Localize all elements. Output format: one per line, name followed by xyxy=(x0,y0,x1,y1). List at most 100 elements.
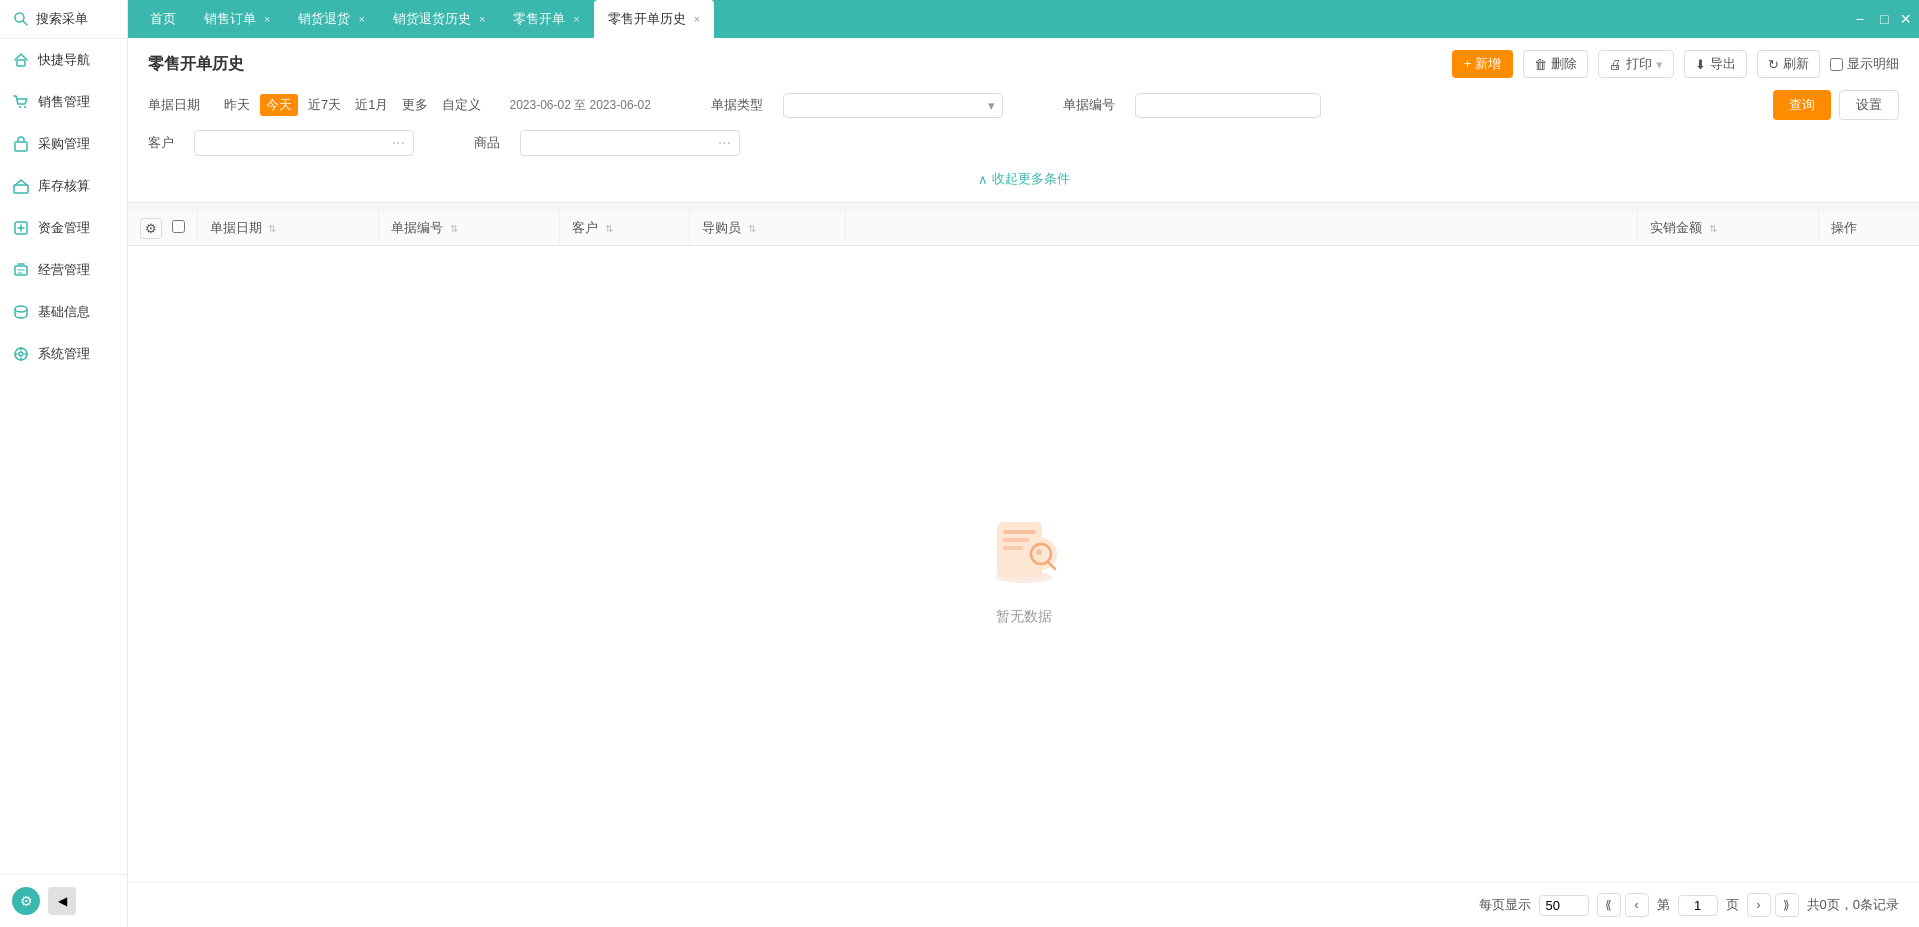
sidebar-item-base-info[interactable]: 基础信息 xyxy=(0,291,127,333)
sidebar-item-sys-mgmt[interactable]: 系统管理 xyxy=(0,333,127,375)
settings-gear-button[interactable]: ⚙ xyxy=(12,887,40,915)
page-title: 零售开单历史 xyxy=(148,54,244,75)
setting-button[interactable]: 设置 xyxy=(1839,90,1899,120)
svg-rect-5 xyxy=(15,142,27,151)
sidebar-search[interactable]: 搜索采单 xyxy=(0,0,127,39)
table-header-salesperson[interactable]: 导购员 ⇅ xyxy=(690,211,846,246)
maximize-button[interactable]: □ xyxy=(1880,11,1888,27)
date-opt-7days[interactable]: 近7天 xyxy=(304,94,345,116)
sidebar-item-label: 资金管理 xyxy=(38,219,90,237)
tab-sales-return-history[interactable]: 销货退货历史 × xyxy=(379,0,499,38)
sidebar-item-finance[interactable]: 资金管理 xyxy=(0,207,127,249)
number-filter-label: 单据编号 xyxy=(1063,96,1115,114)
search-icon xyxy=(12,10,30,28)
sidebar-item-label: 基础信息 xyxy=(38,303,90,321)
table-header-number[interactable]: 单据编号 ⇅ xyxy=(379,211,560,246)
date-opt-more[interactable]: 更多 xyxy=(398,94,432,116)
pagination: 每页显示 50 10 20 100 ⟪ ‹ 第 页 › ⟫ 共0页，0条记录 xyxy=(128,882,1919,927)
warehouse-icon xyxy=(12,177,30,195)
tab-label: 销售订单 xyxy=(204,10,256,28)
page-size-select[interactable]: 50 10 20 100 xyxy=(1539,895,1589,916)
date-opt-custom[interactable]: 自定义 xyxy=(438,94,485,116)
table-header-amount[interactable]: 实销金额 ⇅ xyxy=(1638,211,1819,246)
export-icon: ⬇ xyxy=(1695,57,1706,72)
last-page-button[interactable]: ⟫ xyxy=(1775,893,1799,917)
collapse-button[interactable]: ∧ 收起更多条件 xyxy=(978,166,1070,192)
table-header-customer[interactable]: 客户 ⇅ xyxy=(560,211,690,246)
print-icon: 🖨 xyxy=(1609,57,1622,72)
goods-input[interactable] xyxy=(529,136,714,151)
number-input[interactable] xyxy=(1135,93,1321,118)
tab-retail-open-history[interactable]: 零售开单历史 × xyxy=(594,0,714,38)
tab-label: 销货退货历史 xyxy=(393,10,471,28)
table-area: ⚙ 单据日期 ⇅ 单据编号 ⇅ xyxy=(128,211,1919,927)
svg-point-3 xyxy=(19,106,21,108)
date-filter-label: 单据日期 xyxy=(148,96,200,114)
delete-button[interactable]: 🗑 删除 xyxy=(1523,50,1588,78)
export-button[interactable]: ⬇ 导出 xyxy=(1684,50,1747,78)
tab-close-icon[interactable]: × xyxy=(694,13,700,25)
tab-label: 零售开单 xyxy=(513,10,565,28)
prev-page-button[interactable]: ‹ xyxy=(1625,893,1649,917)
tab-sales-return[interactable]: 销货退货 × xyxy=(284,0,378,38)
print-button[interactable]: 🖨 打印 ▾ xyxy=(1598,50,1674,78)
goods-input-wrap[interactable]: ··· xyxy=(520,130,740,156)
select-all-checkbox[interactable] xyxy=(172,220,185,233)
date-opt-today[interactable]: 今天 xyxy=(260,94,298,116)
query-button[interactable]: 查询 xyxy=(1773,90,1831,120)
collapse-label: 收起更多条件 xyxy=(992,170,1070,188)
add-button[interactable]: + 新增 xyxy=(1452,50,1513,78)
tab-close-icon[interactable]: × xyxy=(358,13,364,25)
empty-state: 暂无数据 xyxy=(128,246,1919,882)
tab-label: 销货退货 xyxy=(298,10,350,28)
svg-line-1 xyxy=(23,21,27,25)
type-select[interactable] xyxy=(783,93,1003,118)
goods-ellipsis-icon[interactable]: ··· xyxy=(718,134,731,152)
tab-sales-order[interactable]: 销售订单 × xyxy=(190,0,284,38)
sidebar-item-sales-mgmt[interactable]: 销售管理 xyxy=(0,81,127,123)
page-number-input[interactable] xyxy=(1678,895,1718,916)
svg-rect-14 xyxy=(1003,530,1036,534)
next-page-button[interactable]: › xyxy=(1747,893,1771,917)
first-page-button[interactable]: ⟪ xyxy=(1597,893,1621,917)
tab-home[interactable]: 首页 xyxy=(136,0,190,38)
sidebar-item-ops[interactable]: 经营管理 xyxy=(0,249,127,291)
sort-icon: ⇅ xyxy=(748,223,756,234)
tab-retail-open[interactable]: 零售开单 × xyxy=(499,0,593,38)
customer-input[interactable] xyxy=(203,136,388,151)
sidebar-item-inventory[interactable]: 库存核算 xyxy=(0,165,127,207)
table-header-checkbox-col: ⚙ xyxy=(128,211,197,246)
date-opt-1month[interactable]: 近1月 xyxy=(351,94,392,116)
customer-ellipsis-icon[interactable]: ··· xyxy=(392,134,405,152)
sidebar-collapse-button[interactable]: ◀ xyxy=(48,887,76,915)
goods-filter-label: 商品 xyxy=(474,134,500,152)
export-label: 导出 xyxy=(1710,55,1736,73)
date-opt-yesterday[interactable]: 昨天 xyxy=(220,94,254,116)
customer-input-wrap[interactable]: ··· xyxy=(194,130,414,156)
svg-point-11 xyxy=(19,352,23,356)
total-info: 共0页，0条记录 xyxy=(1807,896,1899,914)
sort-icon: ⇅ xyxy=(1709,223,1717,234)
delete-label: 删除 xyxy=(1551,55,1577,73)
delete-icon: 🗑 xyxy=(1534,57,1547,72)
display-col-checkbox-row[interactable]: 显示明细 xyxy=(1830,55,1899,73)
ops-icon xyxy=(12,261,30,279)
refresh-button[interactable]: ↻ 刷新 xyxy=(1757,50,1820,78)
table-gear-icon[interactable]: ⚙ xyxy=(140,218,162,239)
refresh-label: 刷新 xyxy=(1783,55,1809,73)
tab-close-icon[interactable]: × xyxy=(479,13,485,25)
tab-close-icon[interactable]: × xyxy=(573,13,579,25)
display-col-checkbox[interactable] xyxy=(1830,58,1843,71)
tab-close-icon[interactable]: × xyxy=(264,13,270,25)
minimize-button[interactable]: － xyxy=(1852,9,1868,30)
tab-label: 零售开单历史 xyxy=(608,10,686,28)
sidebar-item-purchase-mgmt[interactable]: 采购管理 xyxy=(0,123,127,165)
header-amount-label: 实销金额 xyxy=(1650,220,1702,235)
sidebar-item-quick-nav[interactable]: 快捷导航 xyxy=(0,39,127,81)
box-icon xyxy=(12,135,30,153)
close-button[interactable]: × xyxy=(1900,9,1911,30)
tab-label: 首页 xyxy=(150,10,176,28)
svg-rect-2 xyxy=(17,60,25,66)
table-header-date[interactable]: 单据日期 ⇅ xyxy=(197,211,378,246)
header-salesperson-label: 导购员 xyxy=(702,220,741,235)
